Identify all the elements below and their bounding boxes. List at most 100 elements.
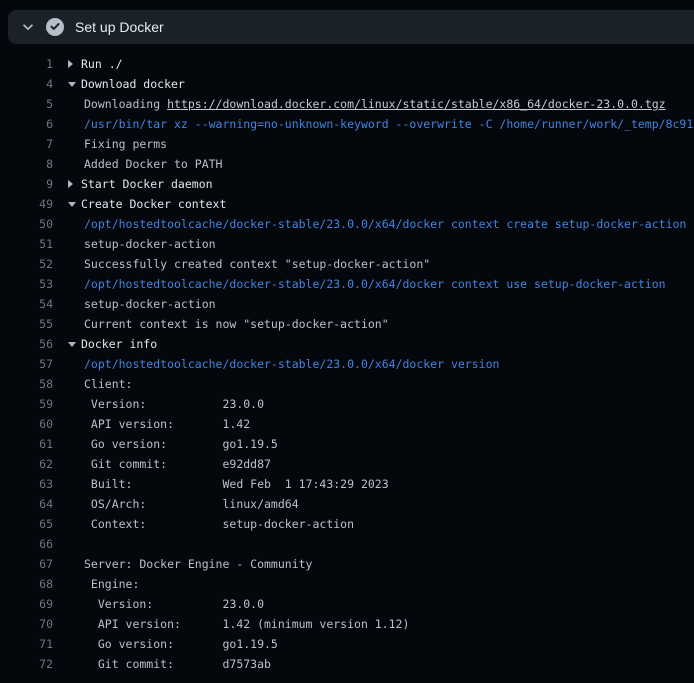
log-line-text: Fixing perms — [53, 134, 694, 154]
log-line-number[interactable]: 61 — [0, 434, 53, 454]
log-command-text: /opt/hostedtoolcache/docker-stable/23.0.… — [53, 274, 694, 294]
log-line-text: Client: — [53, 374, 694, 394]
log-line-number[interactable]: 65 — [0, 514, 53, 534]
log-line-number[interactable]: 6 — [0, 114, 53, 134]
log-line-number[interactable]: 63 — [0, 474, 53, 494]
log-line-number[interactable]: 53 — [0, 274, 53, 294]
log-line-text: Git commit: e92dd87 — [53, 454, 694, 474]
log-line-text: API version: 1.42 (minimum version 1.12) — [53, 614, 694, 634]
caret-down-icon[interactable] — [68, 82, 76, 87]
log-line-text: Current context is now "setup-docker-act… — [53, 314, 694, 334]
log-line-number[interactable]: 8 — [0, 154, 53, 174]
success-check-icon — [46, 18, 64, 36]
log-line-number[interactable]: 70 — [0, 614, 53, 634]
log-line-number[interactable]: 50 — [0, 214, 53, 234]
log-line: 57/opt/hostedtoolcache/docker-stable/23.… — [0, 354, 694, 374]
log-line-text: OS/Arch: linux/amd64 — [53, 494, 694, 514]
chevron-down-icon[interactable] — [21, 20, 35, 34]
log-line-number[interactable]: 57 — [0, 354, 53, 374]
log-line: 68 Engine: — [0, 574, 694, 594]
log-line: 60 API version: 1.42 — [0, 414, 694, 434]
log-line: 5 Downloading https://download.docker.com… — [0, 94, 694, 114]
log-line-number[interactable]: 68 — [0, 574, 53, 594]
log-group-row[interactable]: 56 Docker info — [0, 334, 694, 354]
log-command-text: /opt/hostedtoolcache/docker-stable/23.0.… — [53, 214, 694, 234]
log-line-number[interactable]: 5 — [0, 94, 53, 114]
log-group-row[interactable]: 49 Create Docker context — [0, 194, 694, 214]
log-group-row[interactable]: 9 Start Docker daemon — [0, 174, 694, 194]
log-line-text: Go version: go1.19.5 — [53, 634, 694, 654]
log-line-number[interactable]: 66 — [0, 534, 53, 554]
log-line-number[interactable]: 52 — [0, 254, 53, 274]
log-line: 50/opt/hostedtoolcache/docker-stable/23.… — [0, 214, 694, 234]
log-line-number[interactable]: 60 — [0, 414, 53, 434]
log-command-text: /usr/bin/tar xz --warning=no-unknown-key… — [53, 114, 694, 134]
log-group-row[interactable]: 4Download docker — [0, 74, 694, 94]
log-line-number[interactable]: 9 — [0, 174, 53, 194]
log-line: 6/usr/bin/tar xz --warning=no-unknown-ke… — [0, 114, 694, 134]
log-line-number[interactable]: 58 — [0, 374, 53, 394]
log-line: 55Current context is now "setup-docker-a… — [0, 314, 694, 334]
step-title: Set up Docker — [75, 19, 164, 35]
log-line-number[interactable]: 51 — [0, 234, 53, 254]
log-line-number[interactable]: 54 — [0, 294, 53, 314]
log-line: 64 OS/Arch: linux/amd64 — [0, 494, 694, 514]
log-line: 53/opt/hostedtoolcache/docker-stable/23.… — [0, 274, 694, 294]
log-line: 72 Git commit: d7573ab — [0, 654, 694, 674]
log-line-text: API version: 1.42 — [53, 414, 694, 434]
log-line-number[interactable]: 59 — [0, 394, 53, 414]
log-line: 67Server: Docker Engine - Community — [0, 554, 694, 574]
log-line: 7Fixing perms — [0, 134, 694, 154]
log-group-title: Create Docker context — [81, 197, 226, 211]
log-line-text — [53, 534, 694, 554]
log-line-text: setup-docker-action — [53, 294, 694, 314]
log-group-title: Docker info — [81, 337, 157, 351]
log-group-row[interactable]: 1 Run ./ — [0, 54, 694, 74]
log-line-number[interactable]: 72 — [0, 654, 53, 674]
log-line-text: Go version: go1.19.5 — [53, 434, 694, 454]
log-line: 58Client: — [0, 374, 694, 394]
log-line-text: Version: 23.0.0 — [53, 394, 694, 414]
log-line: 63 Built: Wed Feb 1 17:43:29 2023 — [0, 474, 694, 494]
log-output: 1 Run ./ 4Download docker5 Downloading http… — [0, 54, 694, 674]
log-command-text: /opt/hostedtoolcache/docker-stable/23.0.… — [53, 354, 694, 374]
log-line-text: Successfully created context "setup-dock… — [53, 254, 694, 274]
log-line-number[interactable]: 67 — [0, 554, 53, 574]
log-line-number[interactable]: 64 — [0, 494, 53, 514]
log-line-text: setup-docker-action — [53, 234, 694, 254]
log-line-number[interactable]: 4 — [0, 74, 53, 94]
log-line-number[interactable]: 49 — [0, 194, 53, 214]
caret-right-icon[interactable] — [68, 60, 73, 68]
log-line-text: Engine: — [53, 574, 694, 594]
log-group-title: Start Docker daemon — [81, 177, 213, 191]
log-line: 54setup-docker-action — [0, 294, 694, 314]
log-line-number[interactable]: 69 — [0, 594, 53, 614]
log-line-text: Server: Docker Engine - Community — [53, 554, 694, 574]
log-line-number[interactable]: 56 — [0, 334, 53, 354]
caret-down-icon[interactable] — [68, 202, 76, 207]
step-header[interactable]: Set up Docker — [8, 10, 694, 44]
log-line-text: Downloading — [84, 97, 167, 111]
log-line-text: Built: Wed Feb 1 17:43:29 2023 — [53, 474, 694, 494]
log-line-number[interactable]: 55 — [0, 314, 53, 334]
log-url-link[interactable]: https://download.docker.com/linux/static… — [167, 97, 666, 111]
log-line: 62 Git commit: e92dd87 — [0, 454, 694, 474]
log-line: 59 Version: 23.0.0 — [0, 394, 694, 414]
log-line-number[interactable]: 1 — [0, 54, 53, 74]
log-group-title: Run ./ — [81, 57, 123, 71]
log-line: 65 Context: setup-docker-action — [0, 514, 694, 534]
caret-right-icon[interactable] — [68, 180, 73, 188]
caret-down-icon[interactable] — [68, 342, 76, 347]
log-line-number[interactable]: 7 — [0, 134, 53, 154]
log-line: 52Successfully created context "setup-do… — [0, 254, 694, 274]
log-line: 71 Go version: go1.19.5 — [0, 634, 694, 654]
log-line: 8Added Docker to PATH — [0, 154, 694, 174]
log-line-text: Context: setup-docker-action — [53, 514, 694, 534]
log-line: 51setup-docker-action — [0, 234, 694, 254]
log-line-text: Git commit: d7573ab — [53, 654, 694, 674]
log-line-number[interactable]: 62 — [0, 454, 53, 474]
log-line: 70 API version: 1.42 (minimum version 1.… — [0, 614, 694, 634]
log-line-number[interactable]: 71 — [0, 634, 53, 654]
log-line-text: Added Docker to PATH — [53, 154, 694, 174]
log-line-text: Version: 23.0.0 — [53, 594, 694, 614]
